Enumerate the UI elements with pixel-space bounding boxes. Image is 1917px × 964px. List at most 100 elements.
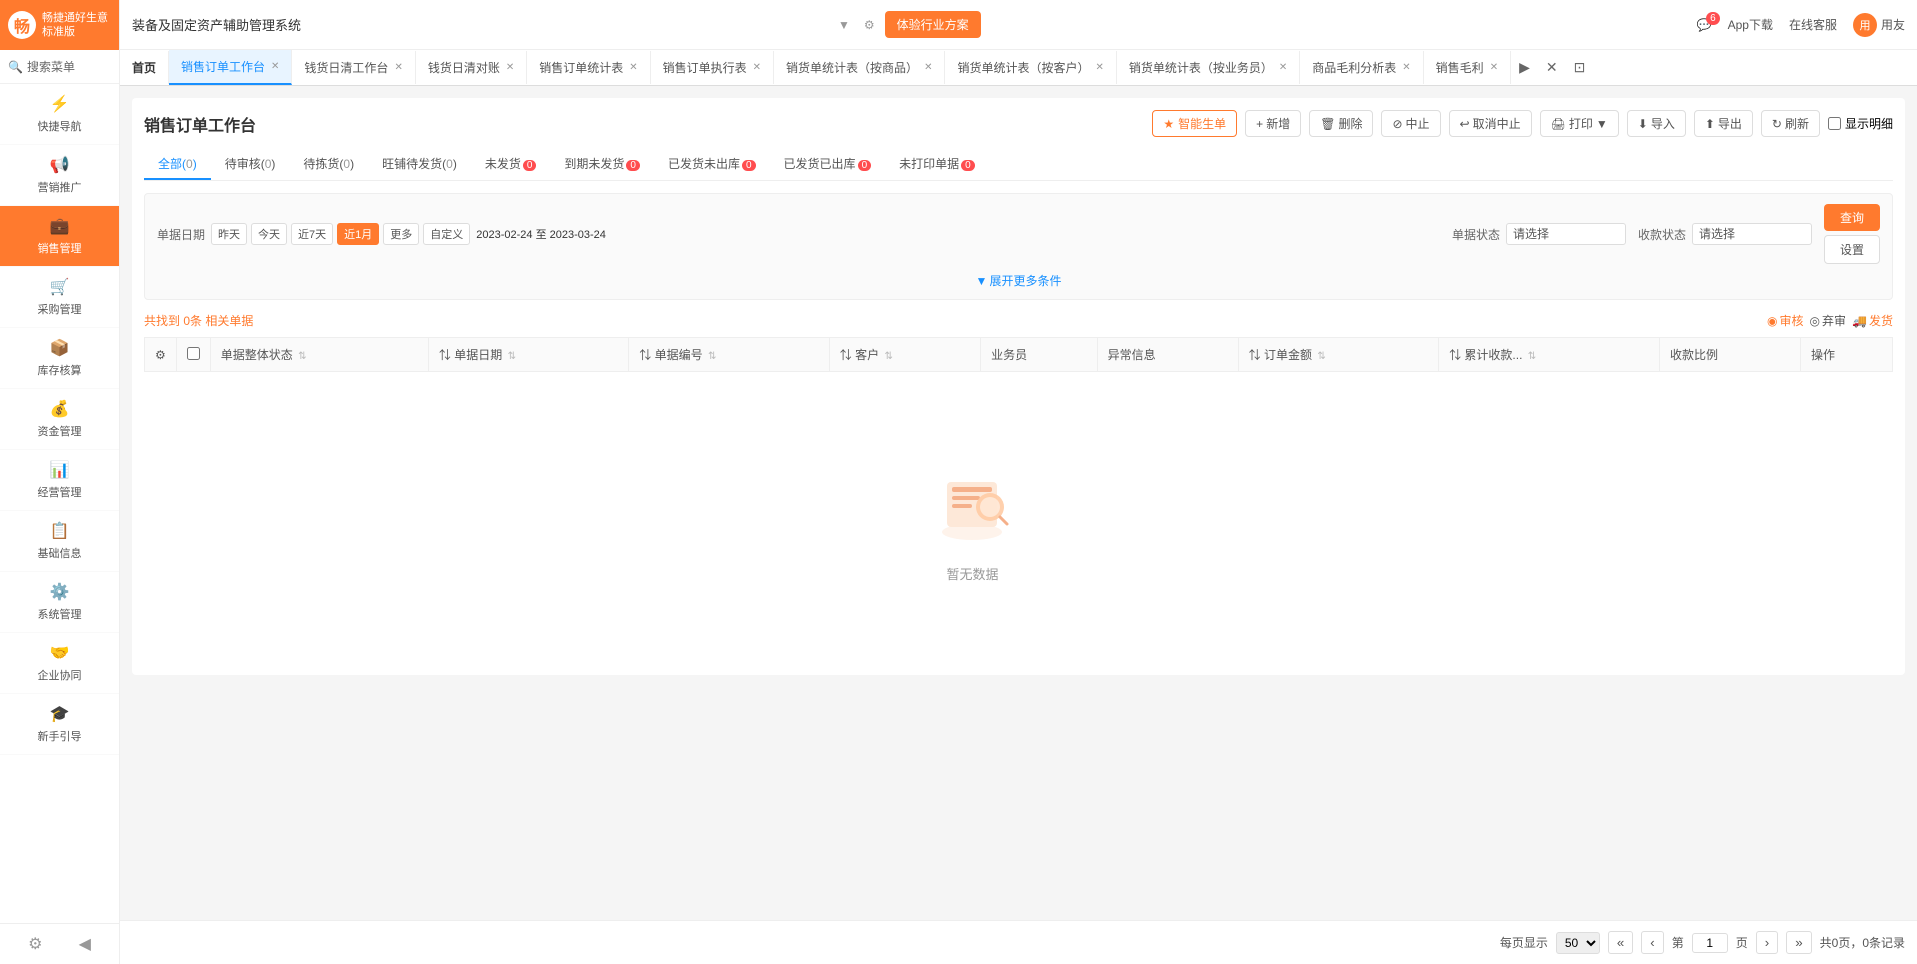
tab-close-sales-more[interactable]: ✕ — [1490, 62, 1498, 73]
tab-close-sales-summary-customer[interactable]: ✕ — [1095, 62, 1103, 73]
filter-settings-btn[interactable]: 设置 — [1824, 235, 1880, 264]
sidebar-item-tutorial[interactable]: 🎓 新手引导 — [0, 694, 119, 755]
col-checkbox[interactable] — [176, 338, 210, 372]
payment-select[interactable]: 请选择 — [1692, 223, 1812, 245]
tab-home[interactable]: 首页 — [120, 51, 169, 84]
sub-tab-overdue-not-shipped[interactable]: 到期未发货0 — [550, 149, 654, 180]
tab-scroll-right[interactable]: ▶ — [1511, 53, 1538, 82]
col-exception[interactable]: 异常信息 — [1097, 338, 1238, 372]
sidebar-item-enterprise[interactable]: 🤝 企业协同 — [0, 633, 119, 694]
sidebar-item-basic-info[interactable]: 📋 基础信息 — [0, 511, 119, 572]
sub-tab-not-printed[interactable]: 未打印单据0 — [885, 149, 989, 180]
import-btn[interactable]: ⬇ 导入 — [1627, 110, 1686, 137]
tab-maximize[interactable]: ⊡ — [1566, 53, 1594, 82]
date-btn-custom[interactable]: 自定义 — [423, 223, 470, 245]
review-action-btn[interactable]: ◉ 审核 — [1767, 312, 1804, 329]
col-operation[interactable]: 操作 — [1800, 338, 1892, 372]
smart-btn[interactable]: ★ 智能生单 — [1152, 110, 1237, 137]
tab-close-all[interactable]: ✕ — [1538, 53, 1566, 82]
stop-btn[interactable]: ⊘ 中止 — [1381, 110, 1440, 137]
tab-sales-stats[interactable]: 销售订单统计表 ✕ — [527, 51, 650, 84]
tab-sales-summary-staff[interactable]: 销货单统计表（按业务员） ✕ — [1117, 51, 1300, 84]
sub-tab-not-shipped[interactable]: 未发货0 — [471, 149, 551, 180]
sidebar-item-purchase[interactable]: 🛒 采购管理 — [0, 267, 119, 328]
col-settings[interactable]: ⚙ — [145, 338, 177, 372]
tab-close-sales-workbench[interactable]: ✕ — [271, 61, 279, 72]
sub-tab-shipped-not-out[interactable]: 已发货未出库0 — [654, 149, 770, 180]
tab-sales-summary-customer[interactable]: 销货单统计表（按客户） ✕ — [945, 51, 1116, 84]
tab-close-sales-summary-product[interactable]: ✕ — [924, 62, 932, 73]
page-input[interactable] — [1692, 933, 1728, 953]
sidebar-item-inventory[interactable]: 📦 库存核算 — [0, 328, 119, 389]
sidebar-item-quick-nav[interactable]: ⚡ 快捷导航 — [0, 84, 119, 145]
per-page-select[interactable]: 50 — [1556, 932, 1600, 954]
col-doc-status[interactable]: 单据整体状态 ⇅ — [210, 338, 428, 372]
tab-close-cash-reconcile[interactable]: ✕ — [506, 62, 514, 73]
new-btn[interactable]: + 新增 — [1245, 110, 1301, 137]
status-select[interactable]: 请选择 — [1506, 223, 1626, 245]
col-ratio[interactable]: 收款比例 — [1659, 338, 1800, 372]
tab-sales-more[interactable]: 销售毛利 ✕ — [1424, 51, 1511, 84]
app-download-link[interactable]: App下载 — [1728, 16, 1773, 33]
payment-filter-label: 收款状态 — [1638, 226, 1686, 243]
sidebar-item-marketing[interactable]: 📢 营销推广 — [0, 145, 119, 206]
search-menu[interactable]: 🔍 搜索菜单 — [0, 50, 119, 84]
sidebar-item-operations[interactable]: 📊 经营管理 — [0, 450, 119, 511]
col-doc-no[interactable]: ⇅ 单据编号 ⇅ — [629, 338, 829, 372]
sidebar-item-finance[interactable]: 💰 资金管理 — [0, 389, 119, 450]
tab-close-sales-summary-staff[interactable]: ✕ — [1279, 62, 1287, 73]
tab-cash-daily[interactable]: 钱货日清工作台 ✕ — [292, 51, 415, 84]
sub-tab-wangpu-pending[interactable]: 旺铺待发货(0) — [368, 149, 471, 180]
tab-close-sales-exec[interactable]: ✕ — [753, 62, 761, 73]
sidebar-item-sales[interactable]: 💼 销售管理 — [0, 206, 119, 267]
tab-close-sales-stats[interactable]: ✕ — [629, 62, 637, 73]
settings-icon[interactable]: ⚙ — [28, 934, 42, 954]
sidebar-item-system[interactable]: ⚙️ 系统管理 — [0, 572, 119, 633]
date-btn-7days[interactable]: 近7天 — [291, 223, 333, 245]
date-btn-today[interactable]: 今天 — [251, 223, 287, 245]
message-count: 6 — [1706, 12, 1720, 25]
delete-btn[interactable]: 🗑 删除 — [1309, 110, 1373, 137]
tab-close-cash-daily[interactable]: ✕ — [394, 62, 402, 73]
gear-icon[interactable]: ⚙ — [864, 18, 875, 32]
last-page-btn[interactable]: » — [1786, 931, 1811, 954]
tab-sales-workbench[interactable]: 销售订单工作台 ✕ — [169, 50, 292, 85]
col-received[interactable]: ⇅ 累计收款... ⇅ — [1439, 338, 1660, 372]
expand-filter-btn[interactable]: ▼ 展开更多条件 — [976, 272, 1062, 289]
show-detail-toggle[interactable]: 显示明细 — [1828, 115, 1893, 132]
show-detail-checkbox[interactable] — [1828, 117, 1841, 130]
refresh-btn[interactable]: ↻ 刷新 — [1761, 110, 1820, 137]
cancel-stop-btn[interactable]: ↩ 取消中止 — [1449, 110, 1532, 137]
online-service-link[interactable]: 在线客服 — [1789, 16, 1837, 33]
tab-gross-profit[interactable]: 商品毛利分析表 ✕ — [1300, 51, 1423, 84]
user-menu[interactable]: 用 用友 — [1853, 13, 1905, 37]
date-btn-yesterday[interactable]: 昨天 — [211, 223, 247, 245]
dropdown-icon[interactable]: ▼ — [838, 18, 850, 32]
print-btn[interactable]: 🖨 打印 ▼ — [1540, 110, 1619, 137]
export-btn[interactable]: ⬆ 导出 — [1694, 110, 1753, 137]
tab-sales-exec[interactable]: 销售订单执行表 ✕ — [651, 51, 774, 84]
sub-tab-pending-pickup[interactable]: 待拣货(0) — [289, 149, 368, 180]
select-all-checkbox[interactable] — [187, 347, 200, 360]
prev-page-btn[interactable]: ‹ — [1641, 931, 1663, 954]
experience-btn[interactable]: 体验行业方案 — [885, 11, 981, 38]
next-page-btn[interactable]: › — [1756, 931, 1778, 954]
date-btn-1month[interactable]: 近1月 — [337, 223, 379, 245]
ship-action-btn[interactable]: 🚚 发货 — [1852, 312, 1893, 329]
message-badge-container[interactable]: 💬 6 — [1697, 18, 1712, 32]
tab-cash-reconcile[interactable]: 钱货日清对账 ✕ — [416, 51, 527, 84]
tab-sales-summary-product[interactable]: 销货单统计表（按商品） ✕ — [774, 51, 945, 84]
query-btn[interactable]: 查询 — [1824, 204, 1880, 231]
collapse-icon[interactable]: ◀ — [79, 934, 91, 954]
unreviewed-action-btn[interactable]: ◎ 弃审 — [1810, 312, 1847, 329]
sub-tab-shipped-out[interactable]: 已发货已出库0 — [770, 149, 886, 180]
col-amount[interactable]: ⇅ 订单金额 ⇅ — [1238, 338, 1438, 372]
first-page-btn[interactable]: « — [1608, 931, 1633, 954]
date-btn-more[interactable]: 更多 — [383, 223, 419, 245]
tab-close-gross-profit[interactable]: ✕ — [1402, 62, 1410, 73]
sub-tab-all[interactable]: 全部(0) — [144, 149, 211, 180]
col-doc-date[interactable]: ⇅ 单据日期 ⇅ — [428, 338, 628, 372]
col-staff[interactable]: 业务员 — [981, 338, 1097, 372]
col-customer[interactable]: ⇅ 客户 ⇅ — [829, 338, 980, 372]
sub-tab-pending-review[interactable]: 待审核(0) — [211, 149, 290, 180]
